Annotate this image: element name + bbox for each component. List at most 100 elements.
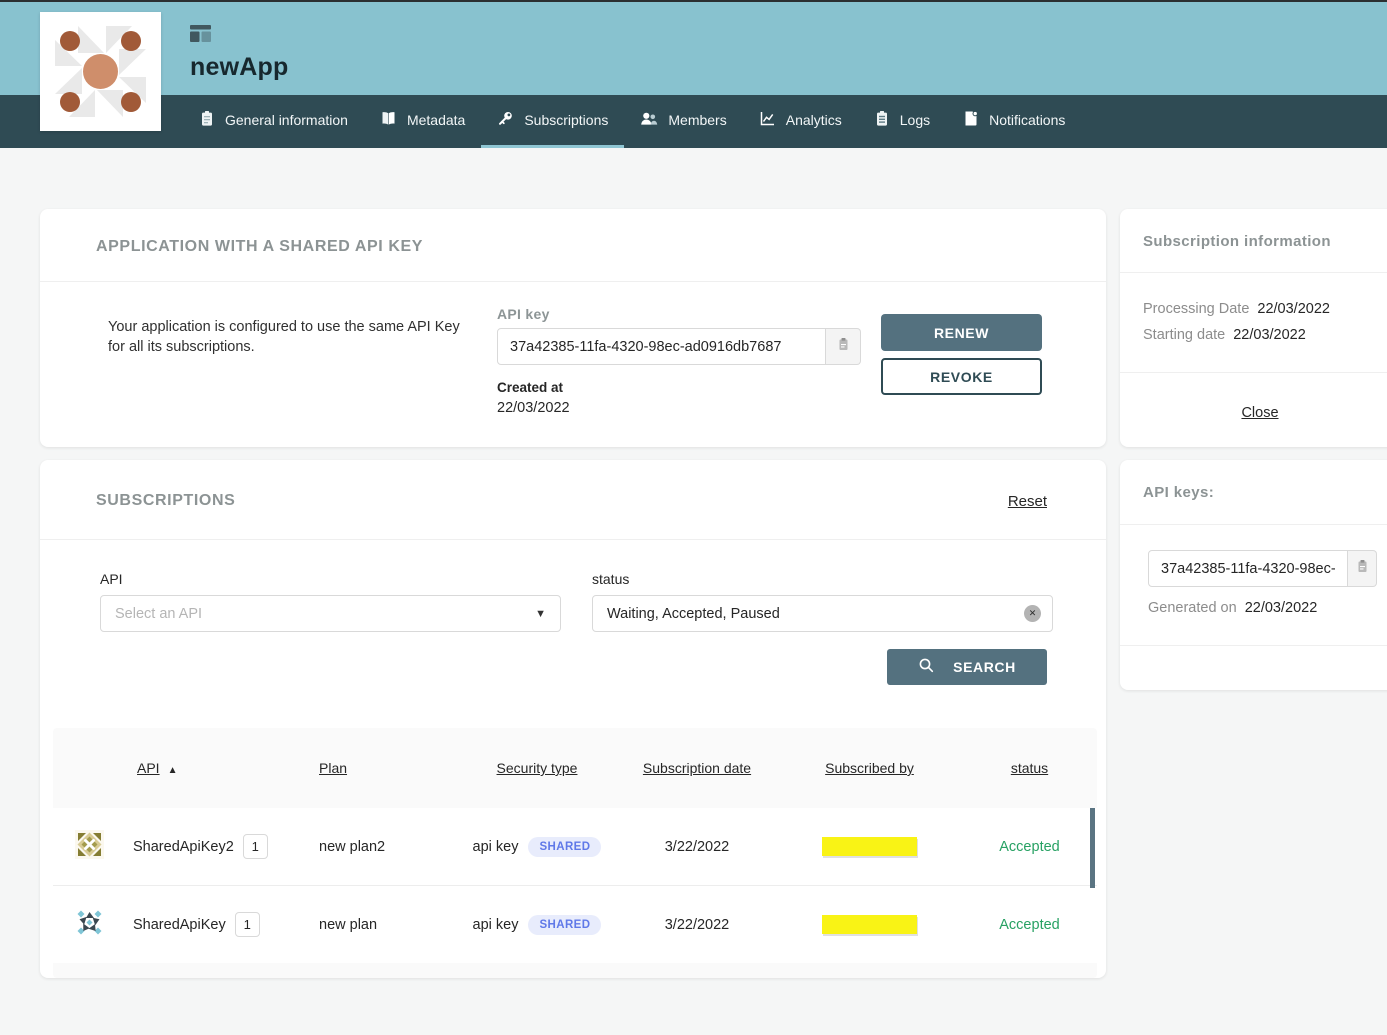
column-header-api[interactable]: API▲ (115, 760, 297, 776)
tab-members[interactable]: Members (624, 95, 742, 148)
key-icon (497, 110, 514, 130)
api-icon (53, 830, 115, 863)
subscription-date: 3/22/2022 (617, 917, 777, 933)
copy-api-key-button[interactable] (1348, 550, 1377, 587)
subscription-count-badge: 1 (235, 912, 260, 937)
status-badge: Accepted (962, 839, 1097, 855)
divider (1120, 272, 1387, 273)
chart-icon (759, 110, 776, 130)
divider (1120, 645, 1387, 646)
card-title: SUBSCRIPTIONS (96, 492, 235, 510)
subscriptions-table: API▲ Plan Security type Subscription dat… (53, 728, 1097, 978)
status-filter-input[interactable]: Waiting, Accepted, Paused ✕ (592, 595, 1053, 632)
app-header: newApp (190, 25, 288, 82)
copy-icon (835, 336, 852, 358)
search-icon (918, 657, 935, 677)
tab-label: Analytics (786, 112, 842, 128)
api-key-input[interactable] (497, 328, 826, 365)
subscribed-by-redaction (822, 915, 917, 934)
tab-label: Members (668, 112, 726, 128)
tab-analytics[interactable]: Analytics (743, 95, 858, 148)
status-filter-value: Waiting, Accepted, Paused (607, 606, 780, 622)
generated-on-value: 22/03/2022 (1245, 600, 1318, 616)
api-select[interactable]: Select an API ▼ (100, 595, 561, 632)
renew-button[interactable]: RENEW (881, 314, 1042, 351)
api-name: SharedApiKey (133, 917, 226, 933)
chevron-down-icon: ▼ (535, 608, 546, 620)
sidebar-api-key-input[interactable] (1148, 550, 1348, 587)
application-logo (40, 12, 161, 131)
security-type: api key (473, 917, 519, 933)
tab-label: Notifications (989, 112, 1065, 128)
tab-subscriptions[interactable]: Subscriptions (481, 95, 624, 148)
divider (40, 539, 1106, 540)
tab-metadata[interactable]: Metadata (364, 95, 481, 148)
subscribed-by-redaction (822, 837, 917, 856)
subscription-count-badge: 1 (243, 834, 268, 859)
shared-api-key-card: APPLICATION WITH A SHARED API KEY Your a… (40, 209, 1106, 447)
application-type-icon (190, 29, 211, 46)
shared-key-description: Your application is configured to use th… (108, 317, 480, 357)
tab-label: General information (225, 112, 348, 128)
copy-icon (1354, 558, 1371, 580)
status-filter-label: status (592, 571, 1053, 587)
tab-label: Metadata (407, 112, 465, 128)
security-type: api key (473, 839, 519, 855)
starting-date-value: 22/03/2022 (1233, 327, 1306, 343)
tab-label: Subscriptions (524, 112, 608, 128)
people-icon (640, 110, 658, 130)
logs-icon (874, 110, 890, 130)
card-title: API keys: (1143, 484, 1214, 501)
processing-date-label: Processing Date (1143, 301, 1249, 317)
column-header-subscription-date[interactable]: Subscription date (617, 760, 777, 776)
sort-asc-icon: ▲ (168, 765, 178, 776)
table-header-row: API▲ Plan Security type Subscription dat… (53, 728, 1097, 808)
subscription-date: 3/22/2022 (617, 839, 777, 855)
starting-date-label: Starting date (1143, 327, 1225, 343)
search-button[interactable]: SEARCH (887, 649, 1047, 685)
generated-on-label: Generated on (1148, 600, 1237, 616)
close-link[interactable]: Close (1120, 405, 1387, 421)
processing-date-value: 22/03/2022 (1257, 301, 1330, 317)
revoke-button[interactable]: REVOKE (881, 358, 1042, 395)
app-navbar: General information Metadata Subscriptio… (0, 95, 1387, 148)
api-name: SharedApiKey2 (133, 839, 234, 855)
book-icon (380, 110, 397, 130)
api-keys-card: API keys: Generated on 22/03/2022 (1120, 460, 1387, 690)
table-row[interactable]: SharedApiKey 1 new plan api key SHARED 3… (53, 886, 1097, 963)
table-row[interactable]: SharedApiKey2 1 new plan2 api key SHARED… (53, 808, 1097, 885)
subscriptions-card: SUBSCRIPTIONS Reset API Select an API ▼ … (40, 460, 1106, 978)
copy-api-key-button[interactable] (826, 328, 861, 365)
divider (1120, 372, 1387, 373)
status-badge: Accepted (962, 917, 1097, 933)
page-title: newApp (190, 53, 288, 82)
column-header-subscribed-by[interactable]: Subscribed by (777, 760, 962, 776)
divider (40, 281, 1106, 282)
table-scrollbar[interactable] (1090, 808, 1095, 888)
divider (1120, 524, 1387, 525)
card-title: Subscription information (1143, 233, 1331, 250)
reset-link[interactable]: Reset (1008, 493, 1047, 510)
tab-label: Logs (900, 112, 930, 128)
shared-badge: SHARED (528, 837, 601, 857)
clear-icon[interactable]: ✕ (1024, 605, 1041, 622)
page-icon (962, 110, 979, 130)
card-title: APPLICATION WITH A SHARED API KEY (96, 238, 423, 256)
created-at-label: Created at (497, 380, 861, 395)
subscription-information-card: Subscription information Processing Date… (1120, 209, 1387, 447)
api-key-label: API key (497, 306, 861, 322)
plan-name: new plan2 (297, 839, 457, 855)
created-at-value: 22/03/2022 (497, 400, 861, 416)
api-filter-label: API (100, 571, 561, 587)
clipboard-icon (199, 110, 215, 130)
tab-notifications[interactable]: Notifications (946, 95, 1081, 148)
tab-logs[interactable]: Logs (858, 95, 946, 148)
api-icon (53, 908, 115, 941)
shared-badge: SHARED (528, 915, 601, 935)
column-header-plan[interactable]: Plan (297, 760, 457, 776)
tab-general-information[interactable]: General information (183, 95, 364, 148)
plan-name: new plan (297, 917, 457, 933)
column-header-security-type[interactable]: Security type (457, 760, 617, 776)
column-header-status[interactable]: status (962, 760, 1097, 776)
api-select-placeholder: Select an API (115, 606, 202, 622)
